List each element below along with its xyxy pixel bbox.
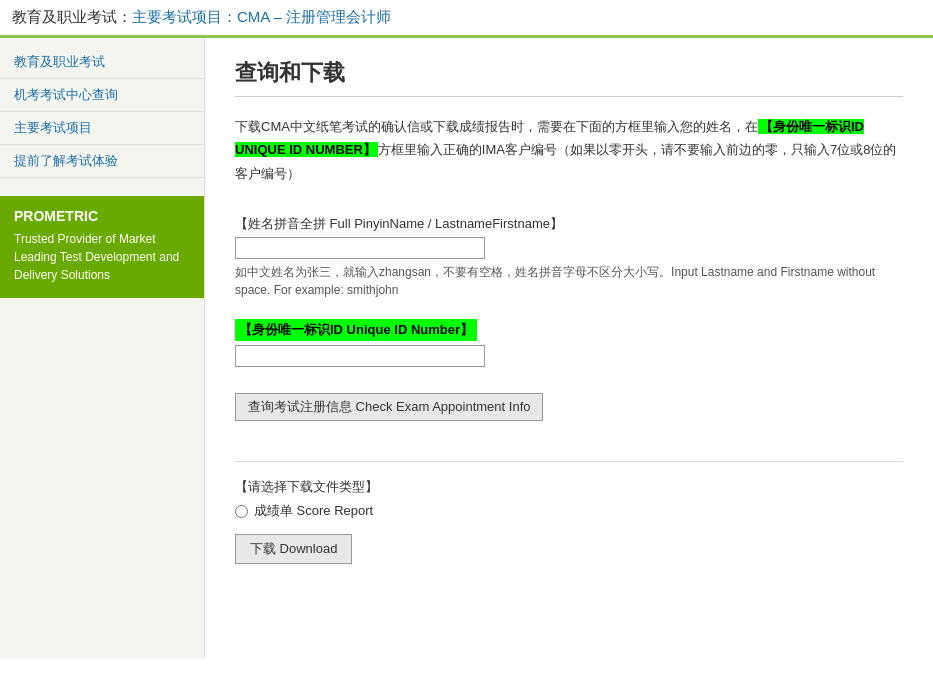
prometric-title: PROMETRIC (14, 208, 190, 224)
id-field-label: 【身份唯一标识ID Unique ID Number】 (235, 319, 477, 341)
sidebar: 教育及职业考试 机考考试中心查询 主要考试项目 提前了解考试体验 PROMETR… (0, 38, 205, 658)
top-header: 教育及职业考试：主要考试项目：CMA – 注册管理会计师 (0, 0, 933, 38)
file-type-label: 【请选择下载文件类型】 (235, 478, 903, 496)
page-title: 查询和下载 (235, 58, 903, 97)
sidebar-item-main-exams[interactable]: 主要考试项目 (0, 112, 204, 145)
prometric-line3: Delivery Solutions (14, 266, 190, 284)
name-field-hint: 如中文姓名为张三，就输入zhangsan，不要有空格，姓名拼音字母不区分大小写。… (235, 263, 903, 299)
score-report-radio[interactable] (235, 505, 248, 518)
sidebar-nav: 教育及职业考试 机考考试中心查询 主要考试项目 提前了解考试体验 (0, 38, 204, 186)
name-input[interactable] (235, 237, 485, 259)
download-button-section: 下载 Download (235, 530, 903, 564)
prometric-line1: Trusted Provider of Market (14, 230, 190, 248)
main-content: 查询和下载 下载CMA中文纸笔考试的确认信或下载成绩报告时，需要在下面的方框里输… (205, 38, 933, 658)
sidebar-item-experience[interactable]: 提前了解考试体验 (0, 145, 204, 178)
separator (235, 461, 903, 462)
download-button[interactable]: 下载 Download (235, 534, 352, 564)
breadcrumb-link[interactable]: 主要考试项目：CMA – 注册管理会计师 (132, 8, 391, 25)
name-field-label: 【姓名拼音全拼 Full PinyinName / LastnameFirstn… (235, 215, 903, 233)
breadcrumb-prefix: 教育及职业考试： (12, 8, 132, 25)
id-field-section: 【身份唯一标识ID Unique ID Number】 (235, 319, 903, 367)
file-type-section: 【请选择下载文件类型】 成绩单 Score Report (235, 478, 903, 520)
sidebar-item-education[interactable]: 教育及职业考试 (0, 46, 204, 79)
page-layout: 教育及职业考试 机考考试中心查询 主要考试项目 提前了解考试体验 PROMETR… (0, 38, 933, 658)
name-field-section: 【姓名拼音全拼 Full PinyinName / LastnameFirstn… (235, 215, 903, 299)
score-report-option: 成绩单 Score Report (235, 502, 903, 520)
score-report-label: 成绩单 Score Report (254, 502, 373, 520)
desc-part1: 下载CMA中文纸笔考试的确认信或下载成绩报告时，需要在下面的方框里输入您的姓名，… (235, 119, 758, 134)
prometric-line2: Leading Test Development and (14, 248, 190, 266)
description: 下载CMA中文纸笔考试的确认信或下载成绩报告时，需要在下面的方框里输入您的姓名，… (235, 115, 903, 185)
check-button-section: 查询考试注册信息 Check Exam Appointment Info (235, 387, 903, 441)
prometric-section: PROMETRIC Trusted Provider of Market Lea… (0, 196, 204, 298)
id-input[interactable] (235, 345, 485, 367)
sidebar-item-test-center[interactable]: 机考考试中心查询 (0, 79, 204, 112)
breadcrumb: 教育及职业考试：主要考试项目：CMA – 注册管理会计师 (12, 8, 391, 27)
check-button[interactable]: 查询考试注册信息 Check Exam Appointment Info (235, 393, 543, 421)
